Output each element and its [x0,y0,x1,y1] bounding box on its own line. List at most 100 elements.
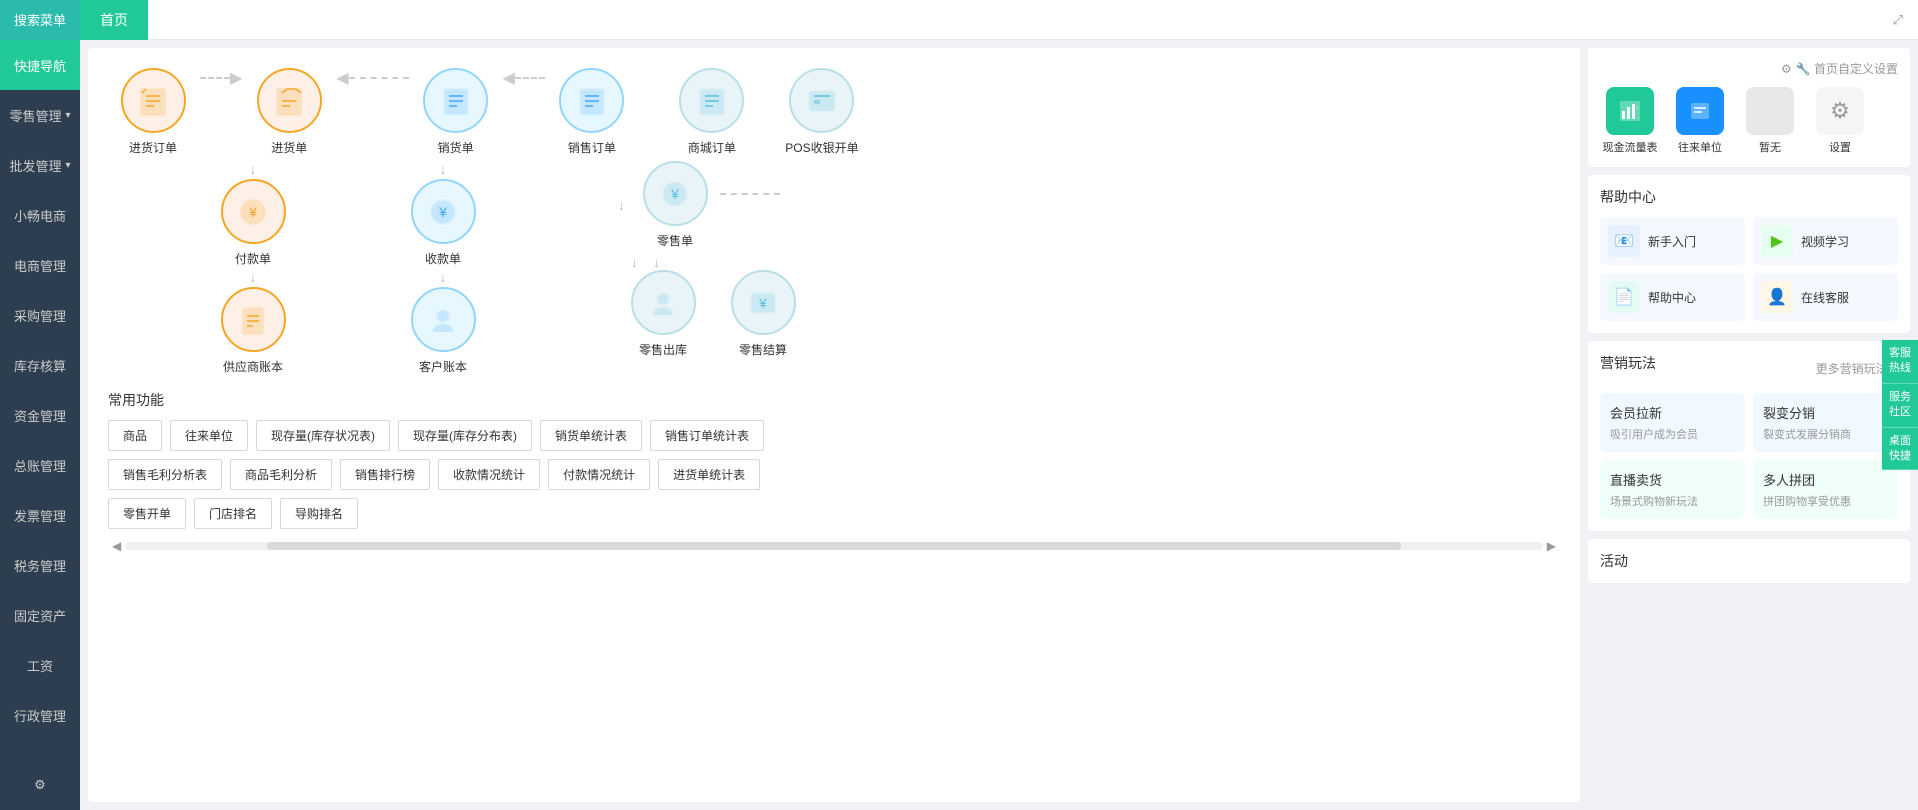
func-btn-retail-order[interactable]: 零售开单 [108,498,186,529]
node-retail[interactable]: ¥ 零售单 [630,161,720,249]
node-label-retail: 零售单 [657,232,693,249]
scroll-left[interactable]: ◀ [108,539,125,553]
func-btn-sales-stat[interactable]: 销货单统计表 [540,420,642,451]
help-item-help[interactable]: 📄 帮助中心 [1600,273,1745,321]
sidebar-item-ledger[interactable]: 总账管理 [0,440,80,490]
scrollbar-row: ◀ ▶ [108,535,1560,557]
common-functions: 常用功能 商品 往来单位 现存量(库存状况表) 现存量(库存分布表) 销货单统计… [108,390,1560,529]
float-btn-community[interactable]: 服务社区 [1882,384,1918,428]
sidebar-item-tax[interactable]: 税务管理 [0,540,80,590]
node-circle-purchase [257,68,322,133]
quick-nav-setting[interactable]: ⚙ 🔧 首页自定义设置 [1781,60,1898,77]
node-label-purchase: 进货单 [271,139,307,156]
node-pos[interactable]: POS收银开单 [772,68,872,156]
tab-home[interactable]: 首页 [80,0,148,40]
node-circle-customer [411,287,476,352]
sidebar-item-retail[interactable]: 零售管理 [0,90,80,140]
node-purchase-order[interactable]: 进货订单 [108,68,198,156]
node-mall-order[interactable]: 商城订单 [667,68,757,156]
node-circle-sales-order [559,68,624,133]
help-label-service: 在线客服 [1801,289,1849,306]
func-btn-guide-rank[interactable]: 导购排名 [280,498,358,529]
sidebar-item-wholesale[interactable]: 批发管理 [0,140,80,190]
quick-icon-cashflow[interactable]: 现金流量表 [1600,87,1660,155]
quick-nav-setting-label: 🔧 首页自定义设置 [1796,60,1898,77]
sidebar-item-invoice[interactable]: 发票管理 [0,490,80,540]
sidebar-item-quick-nav[interactable]: 快捷导航 [0,40,80,90]
node-sales-order[interactable]: 销售订单 [547,68,637,156]
quick-icon-label-cashflow: 现金流量表 [1603,139,1658,155]
marketing-item-title-fission: 裂变分销 [1763,403,1888,422]
node-label-sales-order: 销售订单 [568,139,616,156]
scroll-right[interactable]: ▶ [1543,539,1560,553]
node-purchase[interactable]: 进货单 [244,68,334,156]
node-label-sales: 销货单 [438,139,474,156]
func-btn-partners[interactable]: 往来单位 [170,420,248,451]
marketing-item-desc-member: 吸引用户成为会员 [1610,426,1735,442]
func-btn-store-rank[interactable]: 门店排名 [194,498,272,529]
sidebar-item-admin[interactable]: 行政管理 [0,690,80,740]
func-btn-goods-gross[interactable]: 商品毛利分析 [230,459,332,490]
sidebar-gear-icon[interactable]: ⚙ [0,760,80,810]
quick-icons: 现金流量表 往来单位 暂无 ⚙ [1600,87,1898,155]
help-icon-video: ▶ [1761,225,1793,257]
float-btn-service[interactable]: 客服热线 [1882,340,1918,384]
quick-icon-settings[interactable]: ⚙ 设置 [1810,87,1870,155]
node-sales[interactable]: 销货单 [411,68,501,156]
func-btn-stock-status[interactable]: 现存量(库存状况表) [256,420,390,451]
func-btn-payment-stat[interactable]: 付款情况统计 [548,459,650,490]
svg-text:¥: ¥ [248,204,257,220]
sidebar-item-ecom[interactable]: 电商管理 [0,240,80,290]
quick-icon-empty[interactable]: 暂无 [1740,87,1800,155]
sidebar-item-inventory[interactable]: 库存核算 [0,340,80,390]
marketing-item-member[interactable]: 会员拉新 吸引用户成为会员 [1600,393,1745,452]
help-center-section: 帮助中心 📧 新手入门 ▶ 视频学习 📄 帮助中心 [1588,175,1910,333]
marketing-item-group[interactable]: 多人拼团 拼团购物享受优惠 [1753,460,1898,519]
func-btn-receipt-stat[interactable]: 收款情况统计 [438,459,540,490]
flow-area: 进货订单 ▶ 进货单 [88,48,1580,802]
help-item-service[interactable]: 👤 在线客服 [1753,273,1898,321]
node-customer-account[interactable]: 客户账本 [398,287,488,375]
node-retail-out[interactable]: 零售出库 [618,270,708,358]
help-icon-help: 📄 [1608,281,1640,313]
quick-icon-label-empty: 暂无 [1759,139,1781,155]
quick-icon-partners[interactable]: 往来单位 [1670,87,1730,155]
quick-icon-box-empty [1746,87,1794,135]
marketing-item-fission[interactable]: 裂变分销 裂变式发展分销商 [1753,393,1898,452]
help-item-beginner[interactable]: 📧 新手入门 [1600,217,1745,265]
marketing-item-live[interactable]: 直播卖货 场景式购物新玩法 [1600,460,1745,519]
svg-text:¥: ¥ [438,204,447,220]
node-circle-mall-order [679,68,744,133]
func-buttons-row2: 销售毛利分析表 商品毛利分析 销售排行榜 收款情况统计 付款情况统计 进货单统计… [108,459,1560,490]
sidebar-item-salary[interactable]: 工资 [0,640,80,690]
node-payment[interactable]: ¥ 付款单 [208,179,298,267]
func-btn-goods[interactable]: 商品 [108,420,162,451]
node-circle-supplier [221,287,286,352]
node-circle-receipt: ¥ [411,179,476,244]
node-label-retail-settle: 零售结算 [739,341,787,358]
fullscreen-icon[interactable]: ⤢ [1888,10,1908,30]
help-label-video: 视频学习 [1801,233,1849,250]
help-item-video[interactable]: ▶ 视频学习 [1753,217,1898,265]
help-grid: 📧 新手入门 ▶ 视频学习 📄 帮助中心 👤 [1600,217,1898,321]
func-btn-stock-dist[interactable]: 现存量(库存分布表) [398,420,532,451]
func-btn-purchase-stat[interactable]: 进货单统计表 [658,459,760,490]
float-btn-desktop[interactable]: 桌面快捷 [1882,427,1918,470]
node-retail-settle[interactable]: ¥ 零售结算 [718,270,808,358]
node-label-pos: POS收银开单 [785,139,858,156]
node-label-receipt: 收款单 [425,250,461,267]
node-receipt[interactable]: ¥ 收款单 [398,179,488,267]
sidebar-item-finance[interactable]: 资金管理 [0,390,80,440]
search-menu[interactable]: 搜索菜单 [0,0,80,40]
func-btn-sales-gross[interactable]: 销售毛利分析表 [108,459,222,490]
node-supplier-account[interactable]: 供应商账本 [208,287,298,375]
sidebar-item-assets[interactable]: 固定资产 [0,590,80,640]
sidebar: 快捷导航 零售管理 批发管理 小畅电商 电商管理 采购管理 库存核算 资金管理 … [0,40,80,810]
sidebar-item-purchase[interactable]: 采购管理 [0,290,80,340]
sidebar-item-ecom-small[interactable]: 小畅电商 [0,190,80,240]
node-label-mall-order: 商城订单 [688,139,736,156]
func-btn-sales-order-stat[interactable]: 销售订单统计表 [650,420,764,451]
func-btn-sales-rank[interactable]: 销售排行榜 [340,459,430,490]
scroll-track[interactable] [125,542,1543,550]
help-center-title: 帮助中心 [1600,187,1898,207]
